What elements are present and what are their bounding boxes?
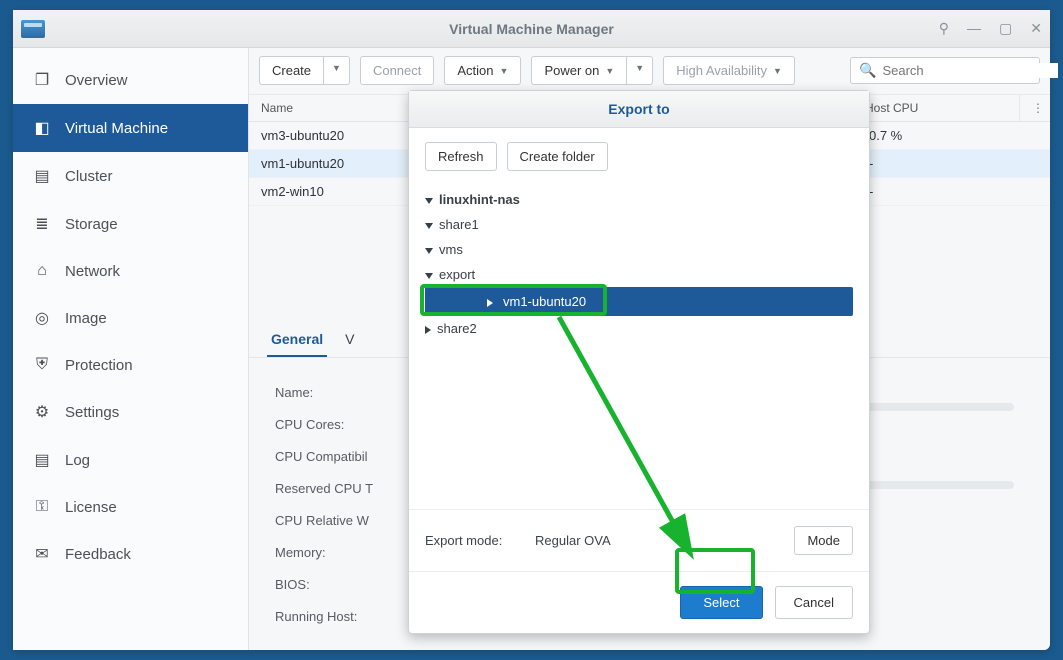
power-on-button[interactable]: Power on▼: [531, 56, 627, 85]
tree-node-share1[interactable]: share1: [425, 212, 853, 237]
create-folder-button[interactable]: Create folder: [507, 142, 608, 171]
network-icon: ⌂: [31, 262, 53, 280]
power-on-dropdown[interactable]: ▼: [627, 56, 653, 85]
sidebar-item-label: Feedback: [65, 546, 131, 563]
sidebar-item-overview[interactable]: ❐ Overview: [13, 56, 248, 104]
folder-tree: linuxhint-nas share1 vms export vm1-ubun…: [425, 183, 853, 341]
chevron-down-icon: ▼: [773, 66, 782, 76]
app-icon: [21, 20, 45, 38]
maximize-icon[interactable]: ▢: [999, 20, 1012, 37]
tab-partial[interactable]: V: [341, 323, 358, 357]
sidebar-item-label: Storage: [65, 216, 118, 233]
export-mode-row: Export mode: Regular OVA Mode: [409, 509, 869, 572]
sidebar-item-label: Network: [65, 263, 120, 280]
sidebar-item-label: Virtual Machine: [65, 120, 168, 137]
sidebar-item-license[interactable]: ⚿ License: [13, 484, 248, 530]
license-icon: ⚿: [31, 498, 53, 516]
sidebar-item-virtual-machine[interactable]: ◧ Virtual Machine: [13, 104, 248, 152]
sidebar-item-label: Image: [65, 310, 107, 327]
tree-node-vms[interactable]: vms: [425, 237, 853, 262]
sidebar-item-feedback[interactable]: ✉ Feedback: [13, 530, 248, 578]
search-box[interactable]: 🔍: [850, 57, 1040, 84]
tab-general[interactable]: General: [267, 323, 327, 357]
settings-icon: ⚙: [31, 402, 53, 422]
sidebar-item-log[interactable]: ▤ Log: [13, 436, 248, 484]
toolbar: Create▼ Connect Action▼ Power on▼▼ High …: [249, 48, 1050, 95]
sidebar-item-network[interactable]: ⌂ Network: [13, 248, 248, 294]
tree-node-export[interactable]: export: [425, 262, 853, 287]
sidebar-item-settings[interactable]: ⚙ Settings: [13, 388, 248, 436]
cluster-icon: ▤: [31, 166, 53, 186]
minimize-icon[interactable]: —: [967, 20, 981, 37]
ha-button[interactable]: High Availability▼: [663, 56, 795, 85]
sidebar: ❐ Overview ◧ Virtual Machine ▤ Cluster ≣ Sto…: [13, 48, 249, 650]
tree-node-share2[interactable]: share2: [425, 316, 853, 341]
sidebar-item-storage[interactable]: ≣ Storage: [13, 200, 248, 248]
export-mode-value: Regular OVA: [535, 533, 611, 548]
sidebar-item-image[interactable]: ◎ Image: [13, 294, 248, 342]
col-menu-icon[interactable]: ⋮: [1020, 95, 1044, 121]
dialog-title: Export to: [409, 91, 869, 128]
export-dialog: Export to Refresh Create folder linuxhin…: [408, 90, 870, 634]
select-button[interactable]: Select: [680, 586, 762, 619]
chevron-down-icon: ▼: [605, 66, 614, 76]
sidebar-item-label: Protection: [65, 357, 133, 374]
search-input[interactable]: [882, 63, 1058, 78]
sidebar-item-cluster[interactable]: ▤ Cluster: [13, 152, 248, 200]
cancel-button[interactable]: Cancel: [775, 586, 853, 619]
vm-icon: ◧: [31, 118, 53, 138]
chevron-down-icon: ▼: [500, 66, 509, 76]
image-icon: ◎: [31, 308, 53, 328]
sidebar-item-label: License: [65, 499, 117, 516]
storage-icon: ≣: [31, 214, 53, 234]
pin-icon[interactable]: ⚲: [939, 20, 949, 37]
mode-button[interactable]: Mode: [794, 526, 853, 555]
sidebar-item-label: Log: [65, 452, 90, 469]
refresh-button[interactable]: Refresh: [425, 142, 497, 171]
action-button[interactable]: Action▼: [444, 56, 521, 85]
sidebar-item-protection[interactable]: ⛨ Protection: [13, 342, 248, 388]
overview-icon: ❐: [31, 70, 53, 90]
sidebar-item-label: Overview: [65, 72, 128, 89]
tree-node-vm1-ubuntu20[interactable]: vm1-ubuntu20: [425, 287, 853, 316]
protection-icon: ⛨: [31, 356, 53, 374]
feedback-icon: ✉: [31, 544, 53, 564]
search-icon: 🔍: [859, 62, 876, 79]
connect-button[interactable]: Connect: [360, 56, 434, 85]
create-dropdown[interactable]: ▼: [324, 56, 350, 85]
tree-node-nas[interactable]: linuxhint-nas: [425, 187, 853, 212]
col-host-cpu[interactable]: Host CPU: [853, 95, 1020, 121]
window-title: Virtual Machine Manager: [449, 21, 614, 37]
titlebar: Virtual Machine Manager ⚲ — ▢ ✕: [13, 10, 1050, 48]
log-icon: ▤: [31, 450, 53, 470]
sidebar-item-label: Settings: [65, 404, 119, 421]
sidebar-item-label: Cluster: [65, 168, 113, 185]
close-icon[interactable]: ✕: [1030, 20, 1042, 37]
app-window: Virtual Machine Manager ⚲ — ▢ ✕ ❐ Overvie…: [13, 10, 1050, 650]
create-button[interactable]: Create: [259, 56, 324, 85]
